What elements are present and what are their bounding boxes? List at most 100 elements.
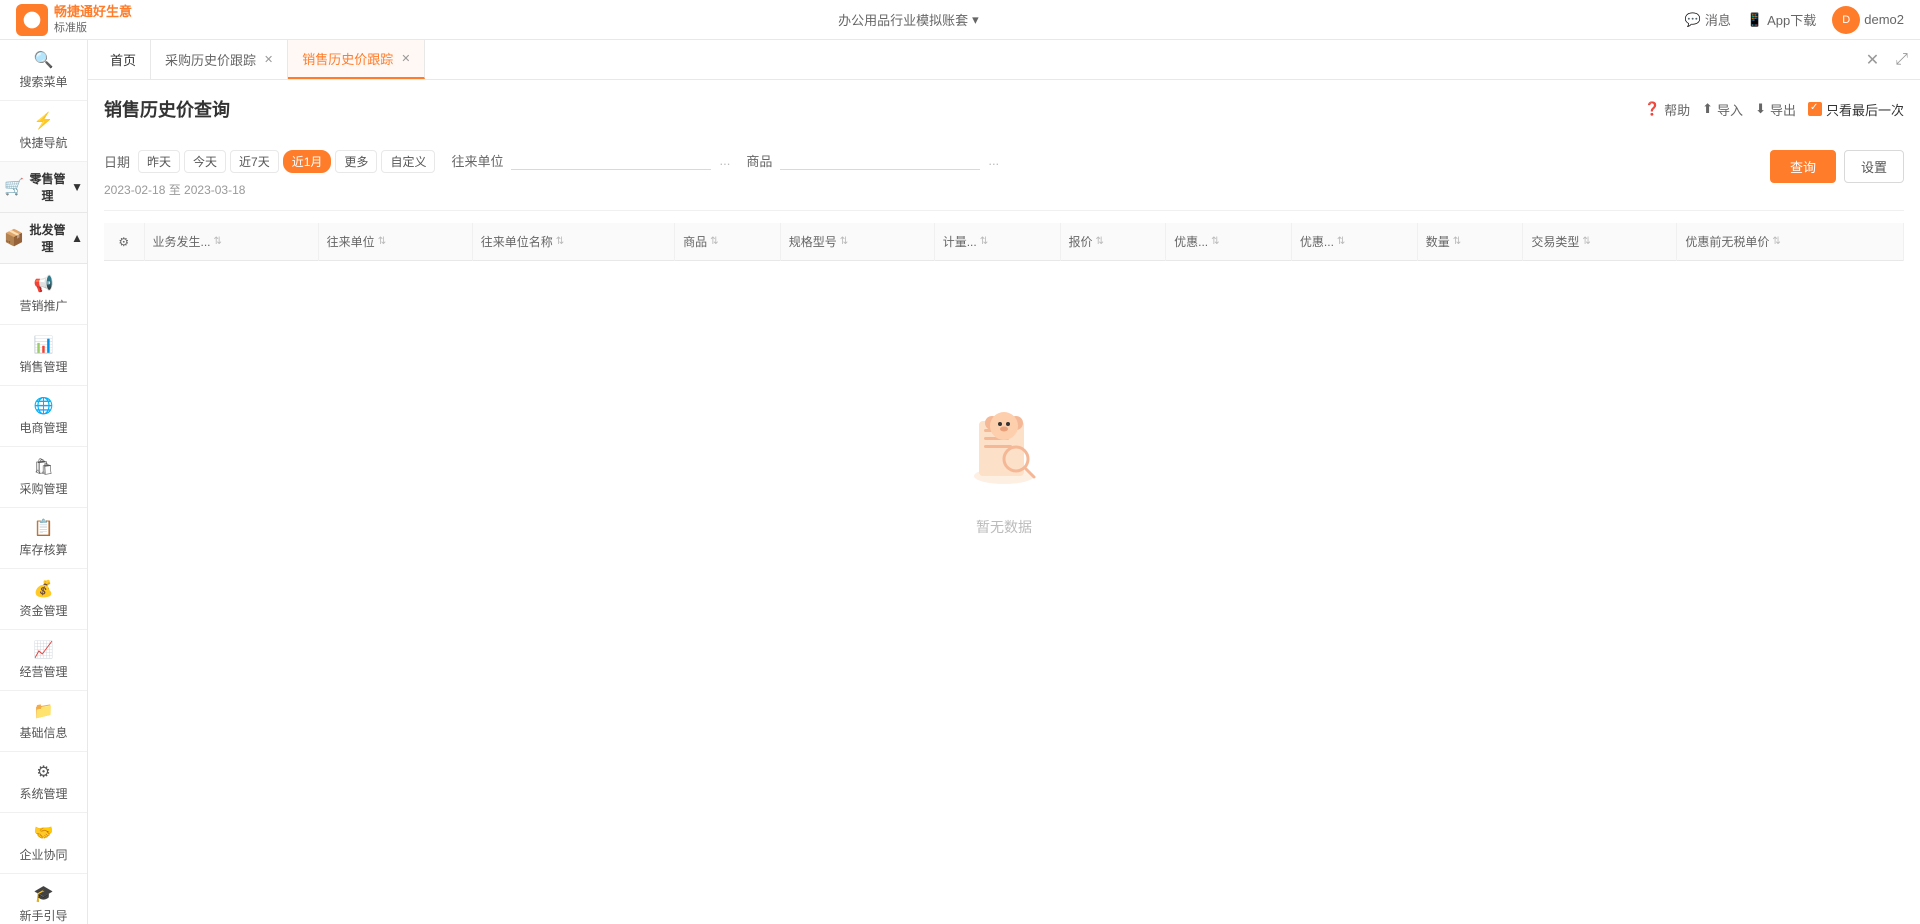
date-btn-yesterday[interactable]: 昨天 — [138, 150, 180, 173]
date-btn-today[interactable]: 今天 — [184, 150, 226, 173]
close-all-tabs-button[interactable]: ✕ — [1862, 50, 1883, 70]
date-btn-custom[interactable]: 自定义 — [381, 150, 435, 173]
sidebar-item-finance[interactable]: 💰 资金管理 — [0, 569, 87, 630]
sidebar-item-system[interactable]: ⚙ 系统管理 — [0, 752, 87, 813]
col-product[interactable]: 商品 ⇅ — [675, 223, 781, 261]
help-button[interactable]: ❓ 帮助 — [1644, 100, 1690, 119]
col-unit[interactable]: 计量... ⇅ — [934, 223, 1060, 261]
finance-icon: 💰 — [34, 579, 54, 599]
col-price[interactable]: 报价 ⇅ — [1060, 223, 1166, 261]
marketing-icon: 📢 — [34, 274, 54, 294]
sidebar-item-inventory[interactable]: 📋 库存核算 — [0, 508, 87, 569]
checkbox-icon — [1808, 102, 1822, 116]
sidebar-item-guide[interactable]: 🎓 新手引导 — [0, 874, 87, 924]
sort-icon: ⇅ — [710, 236, 718, 247]
search-icon: 🔍 — [34, 50, 54, 70]
col-quantity[interactable]: 数量 ⇅ — [1417, 223, 1523, 261]
app-download-action[interactable]: 📱 App下载 — [1747, 10, 1816, 29]
product-filter-group: 商品 ... — [746, 150, 999, 170]
col-settings[interactable]: ⚙ — [104, 223, 144, 261]
data-table: ⚙ 业务发生... ⇅ 往来单 — [104, 223, 1904, 261]
sort-icon: ⇅ — [1772, 236, 1780, 247]
sort-icon: ⇅ — [214, 236, 222, 247]
partner-dots[interactable]: ... — [719, 153, 730, 168]
export-icon: ⬇ — [1755, 101, 1766, 117]
app-icon: 📱 — [1747, 12, 1763, 28]
operations-icon: 📈 — [34, 640, 54, 660]
logo-text: 畅捷通好生意 标准版 — [54, 4, 132, 35]
only-last-checkbox[interactable]: 只看最后一次 — [1808, 100, 1904, 119]
col-biz-date[interactable]: 业务发生... ⇅ — [144, 223, 318, 261]
logo-area: 畅捷通好生意 标准版 — [16, 4, 132, 36]
sales-icon: 📊 — [34, 335, 54, 355]
sort-icon: ⇅ — [1096, 236, 1104, 247]
date-btn-7days[interactable]: 近7天 — [230, 150, 279, 173]
filter-actions: 查询 设置 — [1770, 150, 1904, 183]
col-spec[interactable]: 规格型号 ⇅ — [780, 223, 934, 261]
tab-home[interactable]: 首页 — [96, 40, 151, 79]
page-container: 销售历史价查询 ❓ 帮助 ⬆ 导入 ⬇ 导出 — [88, 80, 1920, 924]
main-layout: 🔍 搜索菜单 ⚡ 快捷导航 🛒 零售管理 ▼ 📦 批发管理 ▲ 📢 营销推广 📊… — [0, 40, 1920, 924]
maximize-button[interactable]: ⤢ — [1891, 51, 1912, 69]
col-trade-type[interactable]: 交易类型 ⇅ — [1523, 223, 1677, 261]
date-quick-buttons: 昨天 今天 近7天 近1月 更多 自定义 — [138, 150, 435, 173]
tab-purchase-history[interactable]: 采购历史价跟踪 ✕ — [151, 40, 288, 79]
date-range-display: 2023-02-18 至 2023-03-18 — [104, 181, 435, 198]
sort-icon: ⇅ — [1582, 236, 1590, 247]
topbar-left: 畅捷通好生意 标准版 — [16, 4, 132, 36]
sidebar-item-enterprise[interactable]: 🤝 企业协同 — [0, 813, 87, 874]
sidebar-item-sales-mgmt[interactable]: 📊 销售管理 — [0, 325, 87, 386]
message-action[interactable]: 💬 消息 — [1685, 10, 1731, 29]
sort-icon: ⇅ — [1453, 236, 1461, 247]
inventory-icon: 📋 — [34, 518, 54, 538]
topbar-right: 💬 消息 📱 App下载 D demo2 — [1685, 6, 1904, 34]
wholesale-icon: 📦 — [4, 228, 24, 248]
import-icon: ⬆ — [1702, 101, 1713, 117]
col-pre-tax-price[interactable]: 优惠前无税单价 ⇅ — [1677, 223, 1904, 261]
sidebar-item-wholesale[interactable]: 📦 批发管理 ▲ — [0, 213, 87, 264]
sidebar-item-search-menu[interactable]: 🔍 搜索菜单 — [0, 40, 87, 101]
col-partner-code[interactable]: 往来单位 ⇅ — [318, 223, 472, 261]
import-button[interactable]: ⬆ 导入 — [1702, 100, 1743, 119]
filter-row: 日期 昨天 今天 近7天 近1月 更多 自定义 2023-02-18 至 202… — [104, 138, 1904, 211]
collapse-icon: ▼ — [71, 180, 83, 194]
help-icon: ❓ — [1644, 101, 1660, 117]
sidebar-item-marketing[interactable]: 📢 营销推广 — [0, 264, 87, 325]
sidebar: 🔍 搜索菜单 ⚡ 快捷导航 🛒 零售管理 ▼ 📦 批发管理 ▲ 📢 营销推广 📊… — [0, 40, 88, 924]
product-input[interactable] — [780, 150, 980, 170]
content-area: 销售历史价查询 ❓ 帮助 ⬆ 导入 ⬇ 导出 — [88, 80, 1920, 924]
workspace-selector[interactable]: 办公用品行业模拟账套 ▾ — [838, 10, 979, 29]
user-action[interactable]: D demo2 — [1832, 6, 1904, 34]
date-btn-1month[interactable]: 近1月 — [283, 150, 332, 173]
setting-button[interactable]: 设置 — [1844, 150, 1904, 183]
guide-icon: 🎓 — [34, 884, 54, 904]
page-title: 销售历史价查询 — [104, 96, 230, 122]
sidebar-item-retail[interactable]: 🛒 零售管理 ▼ — [0, 162, 87, 213]
partner-input[interactable] — [511, 150, 711, 170]
tab-bar: 首页 采购历史价跟踪 ✕ 销售历史价跟踪 ✕ ✕ ⤢ — [88, 40, 1920, 80]
sidebar-item-operations[interactable]: 📈 经营管理 — [0, 630, 87, 691]
avatar: D — [1832, 6, 1860, 34]
col-partner-name[interactable]: 往来单位名称 ⇅ — [472, 223, 674, 261]
tab-close-purchase[interactable]: ✕ — [264, 53, 273, 66]
tab-close-sales[interactable]: ✕ — [401, 52, 410, 65]
message-icon: 💬 — [1685, 12, 1701, 28]
sort-icon: ⇅ — [840, 236, 848, 247]
sidebar-item-purchase[interactable]: 🛍 采购管理 — [0, 447, 87, 508]
col-discount-rate[interactable]: 优惠... ⇅ — [1166, 223, 1292, 261]
export-button[interactable]: ⬇ 导出 — [1755, 100, 1796, 119]
query-button[interactable]: 查询 — [1770, 150, 1836, 183]
product-dots[interactable]: ... — [988, 153, 999, 168]
sidebar-item-ecommerce[interactable]: 🌐 电商管理 — [0, 386, 87, 447]
col-discount-amount[interactable]: 优惠... ⇅ — [1291, 223, 1417, 261]
sort-icon: ⇅ — [378, 236, 386, 247]
table-wrapper: ⚙ 业务发生... ⇅ 往来单 — [104, 223, 1904, 261]
topbar: 畅捷通好生意 标准版 办公用品行业模拟账套 ▾ 💬 消息 📱 App下载 D d… — [0, 0, 1920, 40]
sidebar-item-quick-nav[interactable]: ⚡ 快捷导航 — [0, 101, 87, 162]
sidebar-item-basic-info[interactable]: 📁 基础信息 — [0, 691, 87, 752]
topbar-center[interactable]: 办公用品行业模拟账套 ▾ — [838, 10, 979, 29]
empty-text: 暂无数据 — [976, 517, 1032, 537]
date-btn-more[interactable]: 更多 — [335, 150, 377, 173]
retail-icon: 🛒 — [4, 177, 24, 197]
tab-sales-history[interactable]: 销售历史价跟踪 ✕ — [288, 40, 425, 79]
